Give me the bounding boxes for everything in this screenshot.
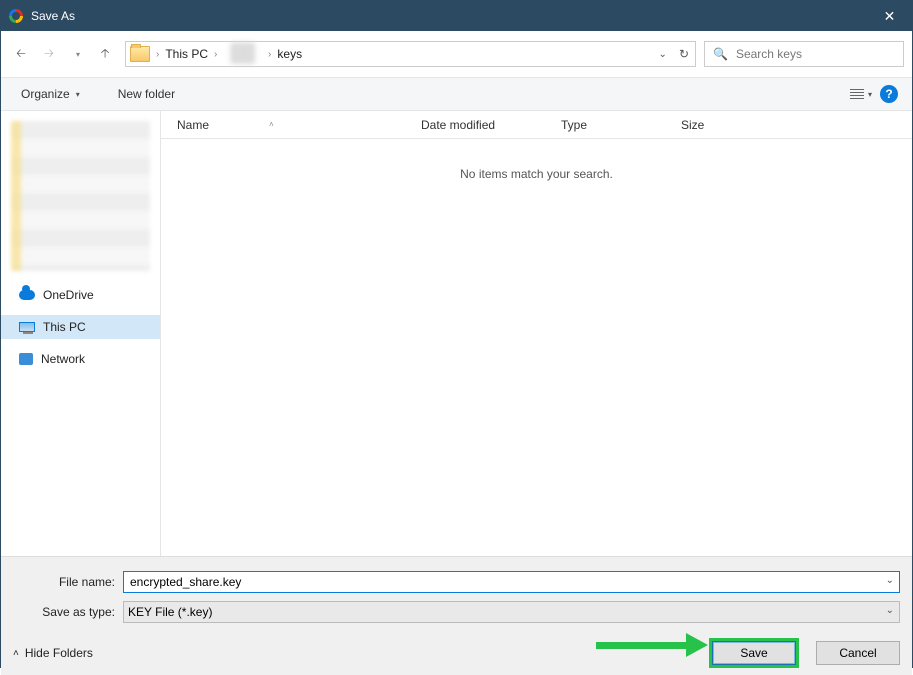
- toolbar: Organize New folder ▾ ?: [1, 77, 912, 111]
- up-button[interactable]: 🡡: [93, 42, 117, 66]
- filename-label: File name:: [13, 575, 123, 589]
- navigation-pane: OneDrive This PC Network: [1, 111, 161, 556]
- search-icon: 🔍: [705, 47, 736, 61]
- column-headers[interactable]: Name ˄ Date modified Type Size: [161, 111, 912, 139]
- savetype-select[interactable]: KEY File (*.key): [123, 601, 900, 623]
- address-dropdown[interactable]: ⌄: [653, 49, 673, 60]
- chevron-right-icon: ›: [212, 49, 219, 60]
- breadcrumb-leaf[interactable]: keys: [273, 47, 306, 61]
- forward-button[interactable]: 🡢: [37, 42, 61, 66]
- nav-row: 🡠 🡢 ▾ 🡡 › This PC › ██ › keys ⌄ ↻ 🔍: [1, 31, 912, 77]
- col-name[interactable]: Name: [177, 118, 209, 132]
- quick-access-hidden: [11, 121, 150, 271]
- folder-icon: [130, 46, 150, 62]
- title-bar: Save As ✕: [1, 1, 912, 31]
- sidebar-label: This PC: [43, 320, 86, 334]
- refresh-icon[interactable]: ↻: [673, 47, 695, 61]
- network-icon: [19, 353, 33, 365]
- address-bar[interactable]: › This PC › ██ › keys ⌄ ↻: [125, 41, 696, 67]
- sidebar-item-thispc[interactable]: This PC: [1, 315, 160, 339]
- save-button[interactable]: Save: [712, 641, 796, 665]
- chevron-right-icon: ›: [154, 49, 161, 60]
- sidebar-label: Network: [41, 352, 85, 366]
- col-type[interactable]: Type: [561, 118, 681, 132]
- bottom-panel: File name: ⌄ Save as type: KEY File (*.k…: [1, 556, 912, 675]
- sidebar-item-network[interactable]: Network: [1, 347, 160, 371]
- file-list: Name ˄ Date modified Type Size No items m…: [161, 111, 912, 556]
- sort-asc-icon: ˄: [269, 120, 274, 129]
- chrome-icon: [9, 9, 23, 23]
- filename-input[interactable]: [123, 571, 900, 593]
- view-options[interactable]: ▾: [850, 89, 872, 99]
- back-button[interactable]: 🡠: [9, 42, 33, 66]
- hide-folders-toggle[interactable]: ˄ Hide Folders: [13, 646, 93, 660]
- close-icon[interactable]: ✕: [867, 1, 912, 31]
- cloud-icon: [19, 290, 35, 300]
- new-folder-button[interactable]: New folder: [112, 83, 181, 105]
- hide-folders-label: Hide Folders: [25, 646, 93, 660]
- recent-dropdown[interactable]: ▾: [65, 42, 89, 66]
- pc-icon: [19, 322, 35, 332]
- search-input[interactable]: [736, 47, 903, 61]
- chevron-right-icon: ›: [266, 49, 273, 60]
- organize-menu[interactable]: Organize: [15, 83, 86, 105]
- cancel-button[interactable]: Cancel: [816, 641, 900, 665]
- empty-message: No items match your search.: [161, 139, 912, 181]
- sidebar-label: OneDrive: [43, 288, 94, 302]
- breadcrumb-root[interactable]: This PC: [161, 47, 212, 61]
- breadcrumb-hidden: ██: [219, 45, 266, 63]
- search-box[interactable]: 🔍: [704, 41, 904, 67]
- window-title: Save As: [31, 9, 75, 23]
- savetype-label: Save as type:: [13, 605, 123, 619]
- col-modified[interactable]: Date modified: [421, 118, 561, 132]
- help-icon[interactable]: ?: [880, 85, 898, 103]
- col-size[interactable]: Size: [681, 118, 761, 132]
- chevron-up-icon: ˄: [13, 648, 19, 659]
- sidebar-item-onedrive[interactable]: OneDrive: [1, 283, 160, 307]
